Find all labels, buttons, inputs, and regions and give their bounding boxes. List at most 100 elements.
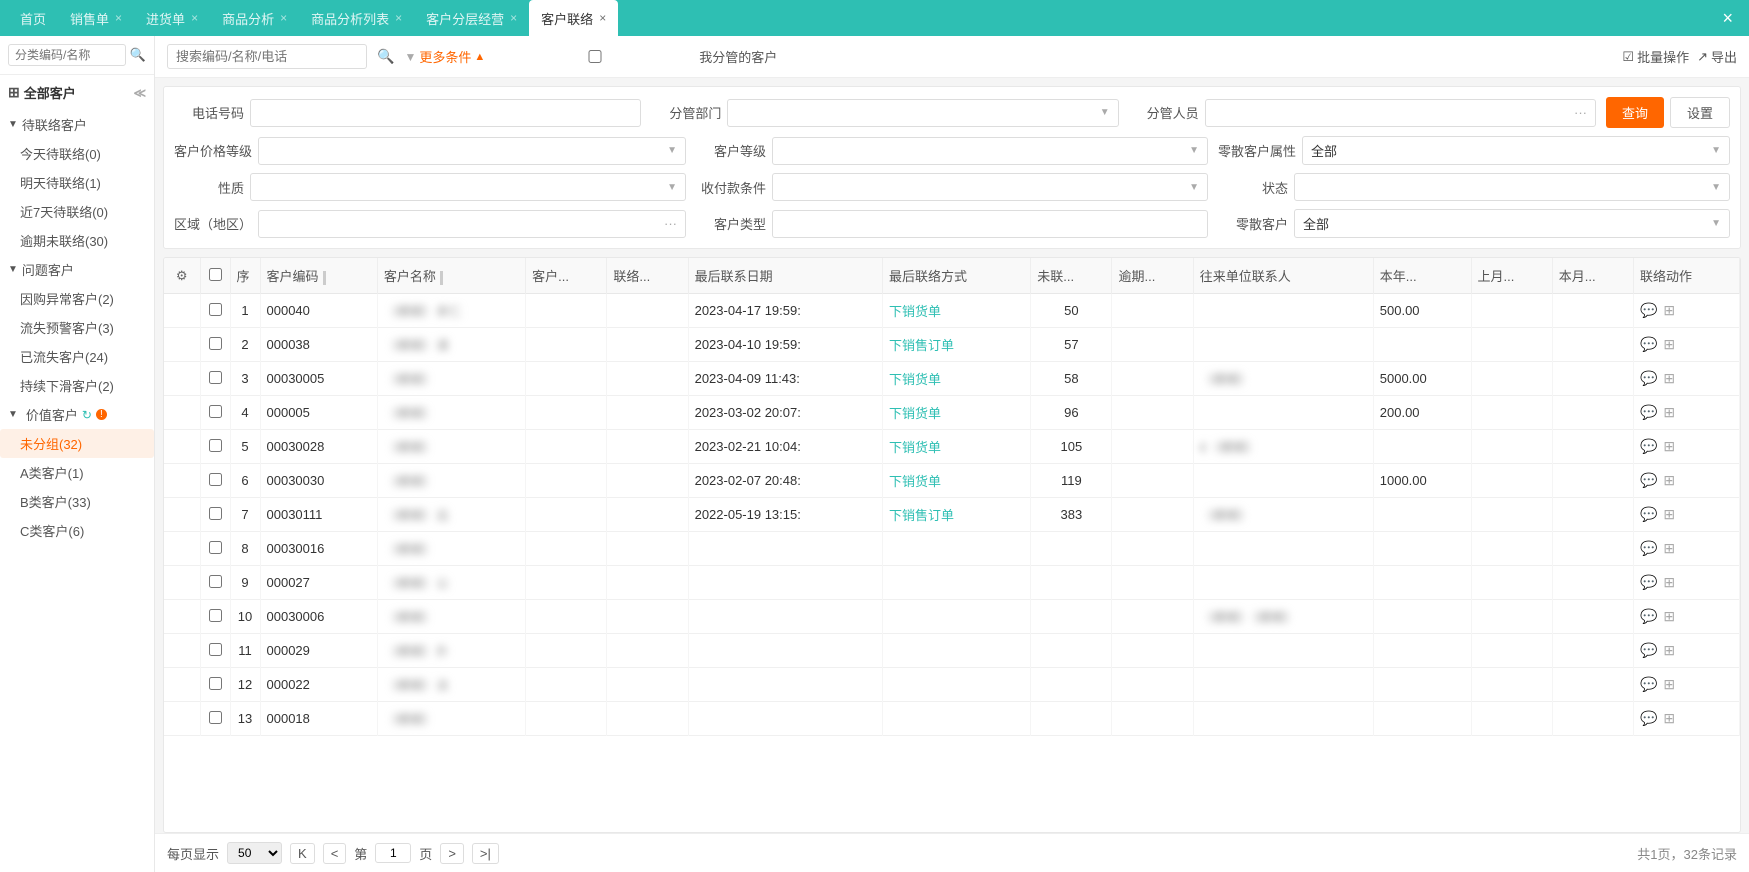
row-checkbox-0[interactable] [209,303,222,316]
close-analysis-tab[interactable]: × [280,11,287,25]
dept-select[interactable]: ▼ [727,99,1118,127]
search-input[interactable] [167,44,367,69]
my-customer-checkbox-label[interactable]: 我分管的客户 [495,47,777,66]
payment-select[interactable]: ▼ [772,173,1208,201]
next-page-btn[interactable]: > [440,843,464,864]
td-last-method-6[interactable]: 下销售订单 [882,498,1030,532]
td-check-4[interactable] [200,430,230,464]
td-last-method-5[interactable]: 下销货单 [882,464,1030,498]
chat-icon-12[interactable]: 💬 [1640,710,1657,727]
td-last-method-1[interactable]: 下销售订单 [882,328,1030,362]
sidebar-item-churned[interactable]: 已流失客户(24) [0,342,154,371]
export-btn[interactable]: ↗ 导出 [1697,47,1737,66]
row-checkbox-2[interactable] [209,371,222,384]
price-level-select[interactable]: ▼ [258,137,686,165]
batch-op-btn[interactable]: ☑ 批量操作 [1622,47,1689,66]
td-last-method-7[interactable] [882,532,1030,566]
prev-page-btn[interactable]: < [323,843,347,864]
window-close-button[interactable]: × [1714,8,1741,29]
region-more-icon[interactable]: ··· [664,216,677,231]
td-check-5[interactable] [200,464,230,498]
td-last-method-4[interactable]: 下销货单 [882,430,1030,464]
row-checkbox-12[interactable] [209,711,222,724]
chat-icon-0[interactable]: 💬 [1640,302,1657,319]
td-check-12[interactable] [200,702,230,736]
row-checkbox-11[interactable] [209,677,222,690]
chat-icon-7[interactable]: 💬 [1640,540,1657,557]
td-check-2[interactable] [200,362,230,396]
sidebar-item-churn-warning[interactable]: 流失预警客户(3) [0,313,154,342]
td-last-method-2[interactable]: 下销货单 [882,362,1030,396]
th-last-month[interactable]: 上月... [1471,258,1552,294]
th-unit-contact[interactable]: 往来单位联系人 [1193,258,1373,294]
person-more-icon[interactable]: ··· [1574,105,1587,120]
customer-type-select[interactable] [772,210,1208,238]
td-check-11[interactable] [200,668,230,702]
grid-action-icon-11[interactable]: ⊞ [1663,676,1675,693]
close-sales-tab[interactable]: × [115,11,122,25]
grid-action-icon-9[interactable]: ⊞ [1663,608,1675,625]
td-check-8[interactable] [200,566,230,600]
sidebar-item-abnormal[interactable]: 因购异常客户(2) [0,284,154,313]
th-last-method[interactable]: 最后联络方式 [882,258,1030,294]
all-customers-header[interactable]: ⊞ 全部客户 ≪ [0,75,154,110]
level-select[interactable]: ▼ [772,137,1208,165]
close-analysis-list-tab[interactable]: × [395,11,402,25]
gender-select[interactable]: ▼ [250,173,686,201]
reset-button[interactable]: 设置 [1670,97,1730,128]
row-checkbox-6[interactable] [209,507,222,520]
collapse-icon[interactable]: ≪ [133,86,146,100]
method-link-0[interactable]: 下销货单 [889,304,941,319]
close-customer-contact-tab[interactable]: × [599,11,606,25]
tab-sales[interactable]: 销售单 × [58,0,134,36]
td-last-method-9[interactable] [882,600,1030,634]
td-check-9[interactable] [200,600,230,634]
td-last-method-11[interactable] [882,668,1030,702]
row-checkbox-10[interactable] [209,643,222,656]
more-conditions-btn[interactable]: ▼ 更多条件 ▲ [404,47,485,66]
row-checkbox-7[interactable] [209,541,222,554]
th-last-date[interactable]: 最后联系日期 [688,258,882,294]
method-link-6[interactable]: 下销售订单 [889,508,954,523]
tab-home[interactable]: 首页 [8,0,58,36]
page-number-input[interactable] [375,843,411,863]
chat-icon-2[interactable]: 💬 [1640,370,1657,387]
per-page-select[interactable]: 50 20 100 [227,842,282,864]
row-checkbox-9[interactable] [209,609,222,622]
chat-icon-6[interactable]: 💬 [1640,506,1657,523]
method-link-1[interactable]: 下销售订单 [889,338,954,353]
sidebar-item-unsorted[interactable]: 未分组(32) [0,429,154,458]
problem-group-header[interactable]: ▼ 问题客户 [0,255,154,284]
grid-action-icon-5[interactable]: ⊞ [1663,472,1675,489]
th-this-month[interactable]: 本月... [1552,258,1633,294]
th-no-contact[interactable]: 未联... [1031,258,1112,294]
th-code[interactable]: 客户编码 [260,258,377,294]
row-checkbox-3[interactable] [209,405,222,418]
tab-customer-tier[interactable]: 客户分层经营 × [414,0,529,36]
retail-select[interactable]: 全部▼ [1294,209,1730,238]
grid-action-icon-10[interactable]: ⊞ [1663,642,1675,659]
sidebar-item-type-c[interactable]: C类客户(6) [0,516,154,545]
th-settings[interactable]: ⚙ [164,258,200,294]
sidebar-item-type-b[interactable]: B类客户(33) [0,487,154,516]
grid-action-icon-3[interactable]: ⊞ [1663,404,1675,421]
grid-action-icon-0[interactable]: ⊞ [1663,302,1675,319]
chat-icon-1[interactable]: 💬 [1640,336,1657,353]
td-check-3[interactable] [200,396,230,430]
td-last-method-12[interactable] [882,702,1030,736]
close-purchase-tab[interactable]: × [191,11,198,25]
grid-action-icon-1[interactable]: ⊞ [1663,336,1675,353]
td-last-method-8[interactable] [882,566,1030,600]
th-name[interactable]: 客户名称 [377,258,525,294]
sidebar-search-input[interactable] [8,44,126,66]
sidebar-search-icon[interactable]: 🔍 [130,47,146,63]
search-icon-btn[interactable]: 🔍 [377,48,394,65]
grid-action-icon-7[interactable]: ⊞ [1663,540,1675,557]
sidebar-item-7day-pending[interactable]: 近7天待联络(0) [0,197,154,226]
grid-action-icon-2[interactable]: ⊞ [1663,370,1675,387]
sidebar-item-tomorrow-pending[interactable]: 明天待联络(1) [0,168,154,197]
th-this-year[interactable]: 本年... [1373,258,1471,294]
close-customer-tier-tab[interactable]: × [510,11,517,25]
tab-purchase[interactable]: 进货单 × [134,0,210,36]
chat-icon-10[interactable]: 💬 [1640,642,1657,659]
